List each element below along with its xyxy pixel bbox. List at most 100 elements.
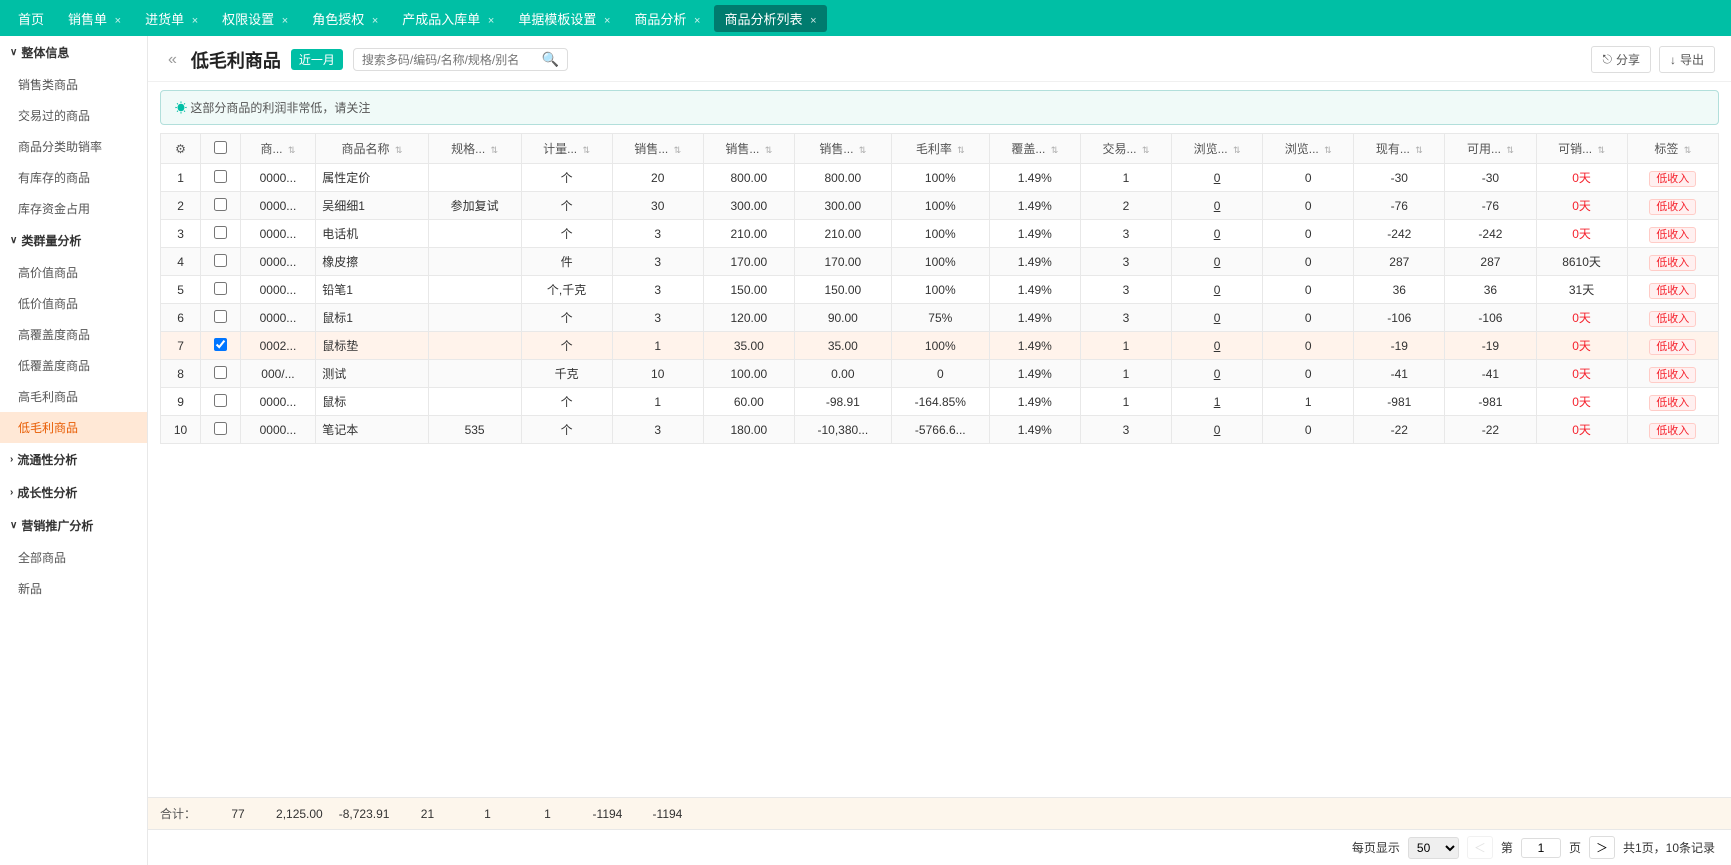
close-icon[interactable]: × (282, 15, 288, 27)
browse-link[interactable]: 0 (1214, 171, 1221, 185)
sidebar-item-low-margin[interactable]: 低毛利商品 (0, 412, 147, 443)
row-checkbox[interactable] (214, 282, 227, 295)
col-saleable[interactable]: 可销... ⇅ (1536, 134, 1627, 164)
browse-link[interactable]: 0 (1214, 423, 1221, 437)
nav-purchase[interactable]: 进货单 × (135, 5, 208, 32)
row-checkbox[interactable] (214, 422, 227, 435)
nav-permissions[interactable]: 权限设置 × (212, 5, 298, 32)
sidebar-item-new-products[interactable]: 新品 (0, 573, 147, 604)
row-checkbox[interactable] (214, 170, 227, 183)
sidebar-item-capital[interactable]: 库存资金占用 (0, 193, 147, 224)
cell-browse1[interactable]: 0 (1172, 192, 1263, 220)
nav-analysis[interactable]: 商品分析 × (624, 5, 710, 32)
row-checkbox[interactable] (214, 394, 227, 407)
cell-browse1[interactable]: 0 (1172, 220, 1263, 248)
table-row[interactable]: 90000...鼠标个160.00-98.91-164.85%1.49%111-… (161, 388, 1719, 416)
cell-check[interactable] (201, 248, 241, 276)
cell-check[interactable] (201, 220, 241, 248)
cell-browse1[interactable]: 1 (1172, 388, 1263, 416)
browse-link[interactable]: 0 (1214, 255, 1221, 269)
cell-browse1[interactable]: 0 (1172, 304, 1263, 332)
cell-check[interactable] (201, 416, 241, 444)
cell-check[interactable] (201, 164, 241, 192)
cell-browse1[interactable]: 0 (1172, 276, 1263, 304)
sidebar-item-low-coverage[interactable]: 低覆盖度商品 (0, 350, 147, 381)
row-checkbox[interactable] (214, 226, 227, 239)
browse-link[interactable]: 0 (1214, 311, 1221, 325)
browse-link[interactable]: 0 (1214, 339, 1221, 353)
col-sales-price[interactable]: 销售... ⇅ (703, 134, 794, 164)
cell-check[interactable] (201, 360, 241, 388)
cell-check[interactable] (201, 388, 241, 416)
cell-browse1[interactable]: 0 (1172, 248, 1263, 276)
table-row[interactable]: 30000...电话机个3210.00210.00100%1.49%300-24… (161, 220, 1719, 248)
browse-link[interactable]: 0 (1214, 283, 1221, 297)
close-icon[interactable]: × (810, 15, 816, 27)
col-tag[interactable]: 标签 ⇅ (1627, 134, 1718, 164)
close-icon[interactable]: × (192, 15, 198, 27)
col-spec[interactable]: 规格... ⇅ (428, 134, 521, 164)
col-current-stock[interactable]: 现有... ⇅ (1354, 134, 1445, 164)
sidebar-group-overall[interactable]: ∨ 整体信息 (0, 36, 147, 69)
nav-roles[interactable]: 角色授权 × (302, 5, 388, 32)
col-browse1[interactable]: 浏览... ⇅ (1172, 134, 1263, 164)
page-number-input[interactable] (1521, 838, 1561, 858)
sidebar-item-sales-products[interactable]: 销售类商品 (0, 69, 147, 100)
table-container[interactable]: ⚙ 商... ⇅ 商品名称 ⇅ 规格... ⇅ 计量... ⇅ 销售... ⇅ … (148, 133, 1731, 797)
browse-link[interactable]: 0 (1214, 367, 1221, 381)
cell-browse1[interactable]: 0 (1172, 416, 1263, 444)
row-checkbox[interactable] (214, 366, 227, 379)
col-available[interactable]: 可用... ⇅ (1445, 134, 1536, 164)
nav-home[interactable]: 首页 (8, 5, 54, 32)
col-browse2[interactable]: 浏览... ⇅ (1263, 134, 1354, 164)
next-page-button[interactable]: ＞ (1589, 836, 1615, 859)
cell-check[interactable] (201, 304, 241, 332)
cell-browse1[interactable]: 0 (1172, 332, 1263, 360)
table-row[interactable]: 50000...铅笔1个,千克3150.00150.00100%1.49%300… (161, 276, 1719, 304)
table-row[interactable]: 8000/...测试千克10100.000.0001.49%100-41-410… (161, 360, 1719, 388)
cell-check[interactable] (201, 192, 241, 220)
sidebar-collapse-button[interactable]: « (164, 51, 181, 69)
cell-browse1[interactable]: 0 (1172, 360, 1263, 388)
col-gross-margin[interactable]: 毛利率 ⇅ (891, 134, 989, 164)
col-coverage[interactable]: 覆盖... ⇅ (989, 134, 1080, 164)
search-input[interactable] (362, 53, 542, 67)
sidebar-item-stock[interactable]: 有库存的商品 (0, 162, 147, 193)
sidebar-group-growth[interactable]: › 成长性分析 (0, 476, 147, 509)
row-checkbox[interactable] (214, 198, 227, 211)
page-size-select[interactable]: 50 100 200 (1408, 837, 1459, 859)
table-row[interactable]: 10000...属性定价个20800.00800.00100%1.49%100-… (161, 164, 1719, 192)
nav-sales[interactable]: 销售单 × (58, 5, 131, 32)
col-transaction[interactable]: 交易... ⇅ (1080, 134, 1171, 164)
col-code[interactable]: 商... ⇅ (240, 134, 316, 164)
close-icon[interactable]: × (115, 15, 121, 27)
sidebar-item-high-coverage[interactable]: 高覆盖度商品 (0, 319, 147, 350)
cell-browse1[interactable]: 0 (1172, 164, 1263, 192)
col-name[interactable]: 商品名称 ⇅ (316, 134, 428, 164)
sidebar-item-category-rate[interactable]: 商品分类助销率 (0, 131, 147, 162)
table-row[interactable]: 20000...吴细细1参加复试个30300.00300.00100%1.49%… (161, 192, 1719, 220)
nav-templates[interactable]: 单据模板设置 × (508, 5, 620, 32)
sidebar-item-traded[interactable]: 交易过的商品 (0, 100, 147, 131)
sidebar-group-cluster[interactable]: ∨ 类群量分析 (0, 224, 147, 257)
sidebar-group-circulation[interactable]: › 流通性分析 (0, 443, 147, 476)
table-row[interactable]: 60000...鼠标1个3120.0090.0075%1.49%300-106-… (161, 304, 1719, 332)
row-checkbox[interactable] (214, 310, 227, 323)
sidebar-item-all-products[interactable]: 全部商品 (0, 542, 147, 573)
table-row[interactable]: 100000...笔记本535个3180.00-10,380...-5766.6… (161, 416, 1719, 444)
row-checkbox[interactable] (214, 338, 227, 351)
prev-page-button[interactable]: ＜ (1467, 836, 1493, 859)
row-checkbox[interactable] (214, 254, 227, 267)
col-sales-amount[interactable]: 销售... ⇅ (794, 134, 891, 164)
nav-products[interactable]: 产成品入库单 × (392, 5, 504, 32)
close-icon[interactable]: × (604, 15, 610, 27)
col-check[interactable] (201, 134, 241, 164)
date-filter-badge[interactable]: 近一月 (291, 49, 343, 70)
sidebar-item-high-value[interactable]: 高价值商品 (0, 257, 147, 288)
sidebar-item-high-margin[interactable]: 高毛利商品 (0, 381, 147, 412)
cell-check[interactable] (201, 332, 241, 360)
select-all-checkbox[interactable] (214, 141, 227, 154)
browse-link[interactable]: 0 (1214, 199, 1221, 213)
browse-link[interactable]: 0 (1214, 227, 1221, 241)
table-row[interactable]: 40000...橡皮擦件3170.00170.00100%1.49%300287… (161, 248, 1719, 276)
